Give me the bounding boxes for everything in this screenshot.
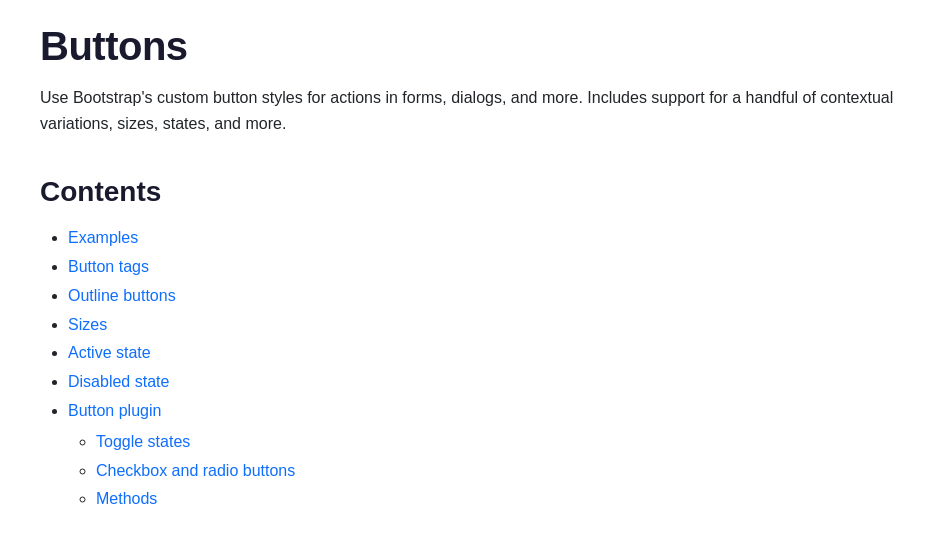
link-button-tags[interactable]: Button tags [68,258,149,275]
list-item: Methods [96,485,907,514]
link-checkbox-radio[interactable]: Checkbox and radio buttons [96,462,295,479]
link-outline-buttons[interactable]: Outline buttons [68,287,176,304]
list-item: Sizes [68,311,907,340]
contents-heading: Contents [40,176,907,208]
contents-list: Examples Button tags Outline buttons Siz… [40,224,907,514]
link-toggle-states[interactable]: Toggle states [96,433,190,450]
link-sizes[interactable]: Sizes [68,316,107,333]
list-item: Examples [68,224,907,253]
link-methods[interactable]: Methods [96,490,157,507]
list-item: Checkbox and radio buttons [96,457,907,486]
link-button-plugin[interactable]: Button plugin [68,402,161,419]
link-active-state[interactable]: Active state [68,344,151,361]
page-title: Buttons [40,24,907,69]
list-item: Toggle states [96,428,907,457]
nested-list: Toggle states Checkbox and radio buttons… [68,428,907,514]
list-item: Active state [68,339,907,368]
list-item: Button tags [68,253,907,282]
list-item: Button plugin Toggle states Checkbox and… [68,397,907,514]
list-item: Outline buttons [68,282,907,311]
list-item: Disabled state [68,368,907,397]
link-examples[interactable]: Examples [68,229,138,246]
link-disabled-state[interactable]: Disabled state [68,373,169,390]
page-description: Use Bootstrap's custom button styles for… [40,85,907,136]
